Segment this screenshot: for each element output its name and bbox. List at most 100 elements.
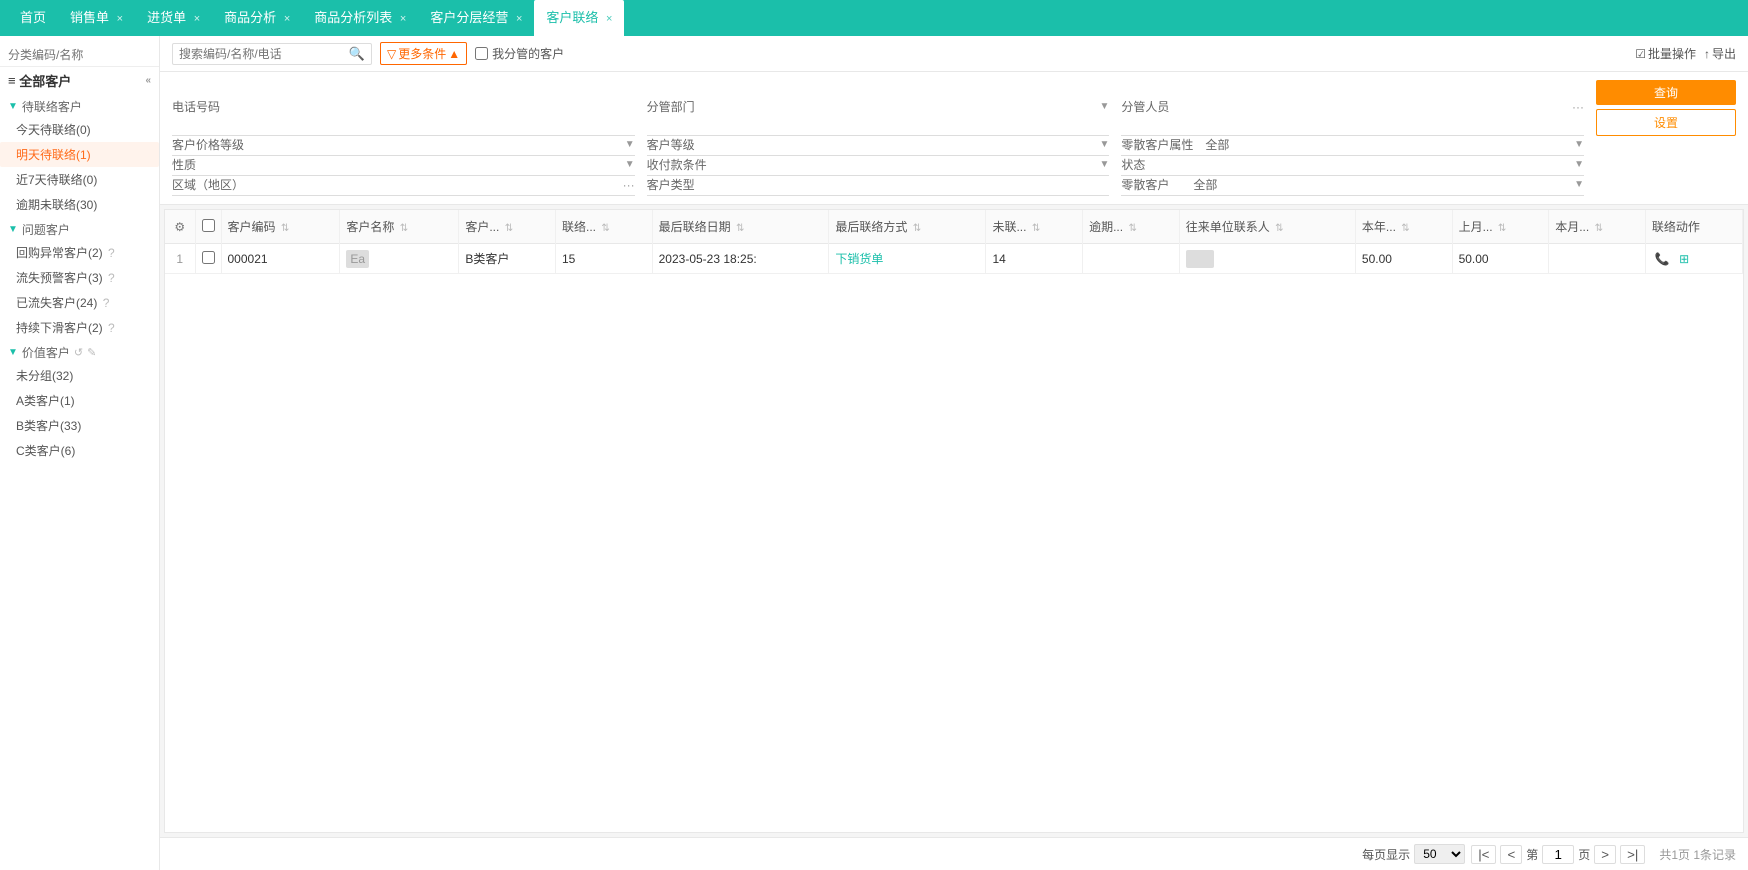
my-customers-check[interactable] bbox=[475, 47, 488, 60]
sidebar-item-7days-pending[interactable]: 近7天待联络(0) bbox=[0, 167, 159, 192]
sidebar-search-input[interactable] bbox=[8, 48, 160, 62]
search-icon[interactable]: 🔍 bbox=[349, 46, 365, 62]
prev-page-button[interactable]: < bbox=[1500, 845, 1522, 864]
batch-op-button[interactable]: ☑ 批量操作 bbox=[1635, 45, 1696, 62]
more-conditions-button[interactable]: ▽ 更多条件 ▲ bbox=[380, 42, 467, 65]
setting-button[interactable]: 设置 bbox=[1596, 109, 1736, 136]
row-select-checkbox[interactable] bbox=[202, 251, 215, 264]
page-size-select[interactable]: 50 100 200 bbox=[1414, 844, 1465, 864]
close-icon[interactable]: × bbox=[117, 13, 123, 25]
sidebar-item-b-class[interactable]: B类客户(33) bbox=[0, 413, 159, 438]
my-customers-checkbox[interactable]: 我分管的客户 bbox=[475, 45, 564, 62]
filter-area: 区域（地区） ··· bbox=[172, 176, 635, 196]
sidebar-search-area: 🔍 bbox=[0, 44, 159, 67]
phone-icon[interactable]: 📞 bbox=[1655, 252, 1670, 266]
contact-method-link[interactable]: 下销货单 bbox=[835, 252, 883, 266]
th-company-contact: 往来单位联系人 ⇅ bbox=[1179, 210, 1355, 244]
pagination: |< < 第 页 > >| bbox=[1471, 845, 1645, 864]
sidebar-item-declining[interactable]: 持续下滑客户(2) ? bbox=[0, 315, 159, 340]
filter-phone: 电话号码 bbox=[172, 80, 635, 136]
more-icon[interactable]: ··· bbox=[1572, 100, 1584, 114]
th-last-month: 上月... ⇅ bbox=[1452, 210, 1549, 244]
query-button[interactable]: 查询 bbox=[1596, 80, 1736, 105]
sort-icon[interactable]: ⇅ bbox=[400, 223, 408, 234]
th-this-year: 本年... ⇅ bbox=[1355, 210, 1452, 244]
sort-icon[interactable]: ⇅ bbox=[1275, 223, 1283, 234]
filter-row-2: 客户价格等级 ▼ 客户等级 ▼ 零散客户属性 全部 bbox=[172, 136, 1736, 156]
sort-icon[interactable]: ⇅ bbox=[1032, 223, 1040, 234]
main-layout: 🔍 ≡ 全部客户 « ▼ 待联络客户 今天待联络(0) 明天待联络(1) 近7天… bbox=[0, 36, 1748, 870]
export-icon: ↑ bbox=[1704, 47, 1710, 61]
search-box: 🔍 bbox=[172, 43, 372, 65]
sort-icon[interactable]: ⇅ bbox=[1401, 223, 1409, 234]
sidebar-item-today-pending[interactable]: 今天待联络(0) bbox=[0, 117, 159, 142]
qr-icon[interactable]: ⊞ bbox=[1679, 252, 1689, 266]
export-button[interactable]: ↑ 导出 bbox=[1704, 45, 1736, 62]
nav-tab-5[interactable]: 客户联络 × bbox=[534, 0, 624, 36]
table-row: 1 000021 Ea B类客户 bbox=[165, 244, 1743, 274]
sort-icon[interactable]: ⇅ bbox=[505, 223, 513, 234]
row-this-month bbox=[1549, 244, 1646, 274]
nav-tab-1[interactable]: 进货单 × bbox=[135, 0, 212, 36]
row-contact: 15 bbox=[555, 244, 652, 274]
table-area: ⚙ 客户编码 ⇅ 客户名称 ⇅ bbox=[164, 209, 1744, 833]
data-table: ⚙ 客户编码 ⇅ 客户名称 ⇅ bbox=[165, 210, 1743, 274]
sidebar-item-repurchase-abnormal[interactable]: 回购异常客户(2) ? bbox=[0, 240, 159, 265]
sort-icon[interactable]: ⇅ bbox=[736, 223, 744, 234]
page-input[interactable] bbox=[1542, 845, 1574, 864]
chevron-down-icon: ▼ bbox=[625, 139, 635, 150]
th-settings[interactable]: ⚙ bbox=[165, 210, 195, 244]
nav-home[interactable]: 首页 bbox=[8, 0, 58, 36]
sidebar-item-c-class[interactable]: C类客户(6) bbox=[0, 438, 159, 463]
row-type: B类客户 bbox=[459, 244, 556, 274]
sidebar-item-tomorrow-pending[interactable]: 明天待联络(1) bbox=[0, 142, 159, 167]
sort-icon[interactable]: ⇅ bbox=[601, 223, 609, 234]
select-all-checkbox[interactable] bbox=[202, 219, 215, 232]
sort-icon[interactable]: ⇅ bbox=[913, 223, 921, 234]
refresh-icon[interactable]: ↺ bbox=[74, 346, 83, 359]
sidebar-item-a-class[interactable]: A类客户(1) bbox=[0, 388, 159, 413]
edit-icon[interactable]: ✎ bbox=[87, 346, 96, 359]
nav-tab-3[interactable]: 商品分析列表 × bbox=[302, 0, 418, 36]
nav-tab-2[interactable]: 商品分析 × bbox=[212, 0, 302, 36]
close-icon[interactable]: × bbox=[516, 13, 522, 25]
sidebar-item-churned[interactable]: 已流失客户(24) ? bbox=[0, 290, 159, 315]
more-icon[interactable]: ··· bbox=[623, 178, 635, 192]
filter-status: 状态 ▼ bbox=[1121, 156, 1584, 176]
filter-person: 分管人员 ··· bbox=[1121, 80, 1584, 136]
sort-icon[interactable]: ⇅ bbox=[281, 223, 289, 234]
filter-payment: 收付款条件 ▼ bbox=[647, 156, 1110, 176]
footer: 每页显示 50 100 200 |< < 第 页 > >| 共1页 1条记录 bbox=[160, 837, 1748, 870]
close-icon[interactable]: × bbox=[284, 13, 290, 25]
chevron-down-icon: ▼ bbox=[1099, 101, 1109, 112]
close-icon[interactable]: × bbox=[606, 13, 612, 25]
help-icon[interactable]: ? bbox=[108, 246, 115, 260]
sidebar-group-pending: ▼ 待联络客户 bbox=[0, 94, 159, 117]
search-input[interactable] bbox=[179, 47, 349, 61]
th-last-contact-date: 最后联络日期 ⇅ bbox=[652, 210, 829, 244]
first-page-button[interactable]: |< bbox=[1471, 845, 1496, 864]
gear-icon[interactable]: ⚙ bbox=[174, 220, 185, 234]
nav-tab-4[interactable]: 客户分层经营 × bbox=[418, 0, 534, 36]
next-page-button[interactable]: > bbox=[1594, 845, 1616, 864]
sidebar-group-problem: ▼ 问题客户 bbox=[0, 217, 159, 240]
chevron-up-icon: ▲ bbox=[448, 47, 460, 61]
close-icon[interactable]: × bbox=[194, 13, 200, 25]
close-icon[interactable]: × bbox=[400, 13, 406, 25]
sidebar-item-churn-warning[interactable]: 流失预警客户(3) ? bbox=[0, 265, 159, 290]
nav-tab-0[interactable]: 销售单 × bbox=[58, 0, 135, 36]
triangle-icon: ▼ bbox=[8, 347, 18, 358]
th-action: 联络动作 bbox=[1645, 210, 1742, 244]
help-icon[interactable]: ? bbox=[108, 271, 115, 285]
sidebar-item-ungrouped[interactable]: 未分组(32) bbox=[0, 363, 159, 388]
sidebar-item-overdue-pending[interactable]: 逾期未联络(30) bbox=[0, 192, 159, 217]
filter-customer-type: 客户类型 bbox=[647, 176, 1110, 196]
filter-dept: 分管部门 ▼ bbox=[647, 80, 1110, 136]
sort-icon[interactable]: ⇅ bbox=[1595, 223, 1603, 234]
help-icon[interactable]: ? bbox=[108, 321, 115, 335]
last-page-button[interactable]: >| bbox=[1620, 845, 1645, 864]
help-icon[interactable]: ? bbox=[103, 296, 110, 310]
sidebar-all-customers[interactable]: ≡ 全部客户 « bbox=[0, 67, 159, 94]
sort-icon[interactable]: ⇅ bbox=[1498, 223, 1506, 234]
sort-icon[interactable]: ⇅ bbox=[1128, 223, 1136, 234]
